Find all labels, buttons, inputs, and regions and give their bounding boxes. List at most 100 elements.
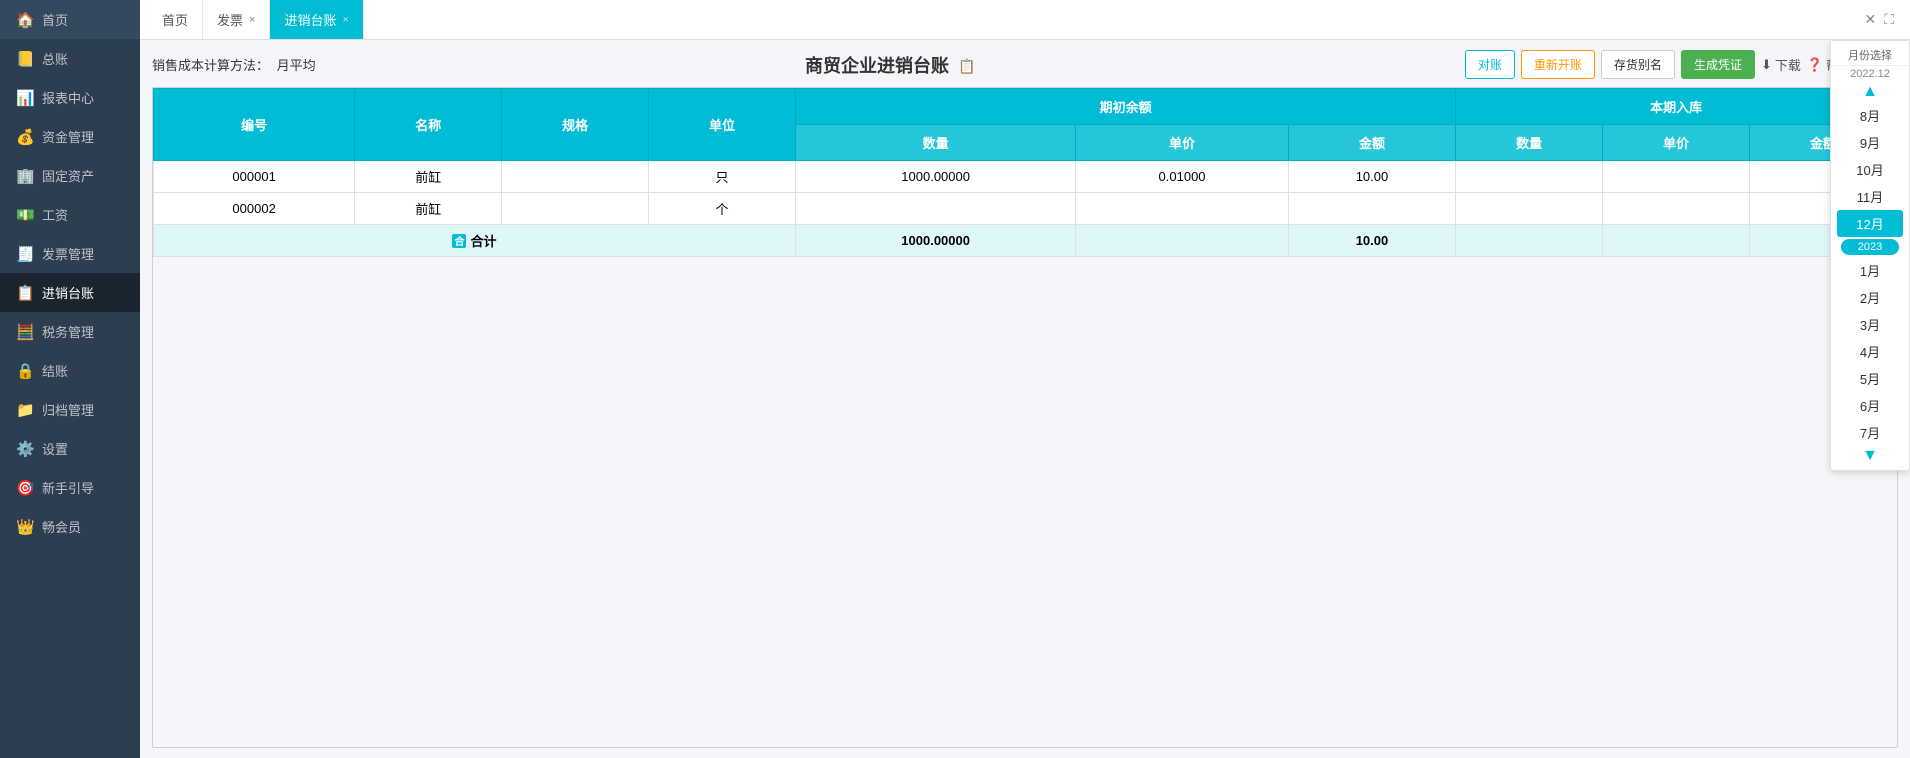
sidebar-item-guide[interactable]: 🎯 新手引导 bbox=[0, 468, 140, 507]
cell-opening-amount bbox=[1288, 193, 1455, 225]
sidebar-item-close[interactable]: 🔒 结账 bbox=[0, 351, 140, 390]
sidebar-item-assets[interactable]: 🏢 固定资产 bbox=[0, 156, 140, 195]
page-title-icon[interactable]: 📋 bbox=[958, 58, 975, 74]
sidebar-item-label: 归档管理 bbox=[42, 400, 94, 419]
tab-invoice[interactable]: 发票 × bbox=[203, 0, 270, 39]
month-item[interactable]: 11月 bbox=[1831, 183, 1909, 210]
inventory-table: 编号 名称 规格 单位 期初余额 本期入库 数量 单价 金额 数量 单价 金额 bbox=[152, 87, 1898, 748]
cell-code: 000002 bbox=[154, 193, 355, 225]
window-expand-button[interactable]: ⛶ bbox=[1884, 11, 1894, 28]
sidebar-item-label: 结账 bbox=[42, 361, 68, 380]
total-in-price bbox=[1603, 225, 1750, 257]
sidebar-item-settings[interactable]: ⚙️ 设置 bbox=[0, 429, 140, 468]
col-header-unit: 单位 bbox=[649, 89, 796, 161]
sidebar-item-archive[interactable]: 📁 归档管理 bbox=[0, 390, 140, 429]
sidebar-item-label: 资金管理 bbox=[42, 127, 94, 146]
tax-icon: 🧮 bbox=[16, 323, 34, 341]
year-2023-badge: 2023 bbox=[1841, 239, 1899, 255]
cell-code: 000001 bbox=[154, 161, 355, 193]
sidebar-item-home[interactable]: 🏠 首页 bbox=[0, 0, 140, 39]
cell-in-price bbox=[1603, 161, 1750, 193]
save-alias-button[interactable]: 存货别名 bbox=[1601, 50, 1675, 79]
sidebar-item-label: 新手引导 bbox=[42, 478, 94, 497]
col-sub-in-price: 单价 bbox=[1603, 125, 1750, 161]
month-picker-title: 月份选择 bbox=[1831, 41, 1909, 66]
month-item[interactable]: 4月 bbox=[1831, 338, 1909, 365]
archive-icon: 📁 bbox=[16, 401, 34, 419]
download-icon: ⬇ bbox=[1761, 57, 1772, 73]
finance-icon: 💰 bbox=[16, 128, 34, 146]
sidebar-item-inventory[interactable]: 📋 进销台账 bbox=[0, 273, 140, 312]
cell-opening-qty: 1000.00000 bbox=[796, 161, 1076, 193]
table-row: 000002 前缸 个 bbox=[154, 193, 1897, 225]
home-icon: 🏠 bbox=[16, 11, 34, 29]
sidebar-item-label: 首页 bbox=[42, 10, 68, 29]
month-picker-panel: 月份选择 2022.12 ▲ 8月9月10月11月12月 2023 1月2月3月… bbox=[1830, 40, 1910, 471]
sidebar-item-label: 税务管理 bbox=[42, 322, 94, 341]
help-icon: ❓ bbox=[1807, 57, 1823, 73]
month-item[interactable]: 7月 bbox=[1831, 419, 1909, 446]
month-item[interactable]: 3月 bbox=[1831, 311, 1909, 338]
sidebar-item-reports[interactable]: 📊 报表中心 bbox=[0, 78, 140, 117]
month-item[interactable]: 6月 bbox=[1831, 392, 1909, 419]
cell-opening-price: 0.01000 bbox=[1076, 161, 1289, 193]
total-opening-amount: 10.00 bbox=[1288, 225, 1455, 257]
cell-opening-price bbox=[1076, 193, 1289, 225]
total-in-qty bbox=[1456, 225, 1603, 257]
col-header-name: 名称 bbox=[355, 89, 502, 161]
nav-up-button[interactable]: ▲ bbox=[1862, 84, 1878, 100]
tab-home[interactable]: 首页 bbox=[148, 0, 203, 39]
tab-invoice-label: 发票 bbox=[217, 10, 243, 29]
sidebar-item-label: 进销台账 bbox=[42, 283, 94, 302]
nav-down-button[interactable]: ▼ bbox=[1862, 448, 1878, 464]
content-area: 销售成本计算方法： 月平均 商贸企业进销台账 📋 对账 重新开账 存货别名 生成… bbox=[140, 40, 1910, 758]
month-picker-nav-up: ▲ bbox=[1831, 82, 1909, 102]
col-header-code: 编号 bbox=[154, 89, 355, 161]
tab-inventory-label: 进销台账 bbox=[284, 10, 336, 29]
reopen-button[interactable]: 重新开账 bbox=[1521, 50, 1595, 79]
month-item[interactable]: 1月 bbox=[1831, 257, 1909, 284]
sidebar-item-label: 发票管理 bbox=[42, 244, 94, 263]
cost-method-label: 销售成本计算方法： 月平均 bbox=[152, 55, 316, 74]
close-book-icon: 🔒 bbox=[16, 362, 34, 380]
tab-inventory-close[interactable]: × bbox=[342, 14, 348, 26]
cell-in-qty bbox=[1456, 193, 1603, 225]
sidebar-item-finance[interactable]: 💰 资金管理 bbox=[0, 117, 140, 156]
total-label-cell: 合 合计 bbox=[154, 225, 796, 257]
month-item[interactable]: 2月 bbox=[1831, 284, 1909, 311]
sidebar-item-ledger[interactable]: 📒 总账 bbox=[0, 39, 140, 78]
sidebar-item-label: 畅会员 bbox=[42, 517, 81, 536]
month-item[interactable]: 8月 bbox=[1831, 102, 1909, 129]
page-title: 商贸企业进销台账 📋 bbox=[316, 52, 1465, 78]
month-item[interactable]: 12月 bbox=[1837, 210, 1903, 237]
cell-opening-amount: 10.00 bbox=[1288, 161, 1455, 193]
window-close-button[interactable]: ✕ bbox=[1864, 11, 1876, 28]
month-item[interactable]: 5月 bbox=[1831, 365, 1909, 392]
sidebar-item-label: 工资 bbox=[42, 205, 68, 224]
sidebar-item-vip[interactable]: 👑 畅会员 bbox=[0, 507, 140, 546]
reconcile-button[interactable]: 对账 bbox=[1465, 50, 1515, 79]
tab-inventory-ledger[interactable]: 进销台账 × bbox=[270, 0, 363, 39]
guide-icon: 🎯 bbox=[16, 479, 34, 497]
sidebar-item-tax[interactable]: 🧮 税务管理 bbox=[0, 312, 140, 351]
month-item[interactable]: 9月 bbox=[1831, 129, 1909, 156]
total-opening-price bbox=[1076, 225, 1289, 257]
col-header-spec: 规格 bbox=[502, 89, 649, 161]
content-header: 销售成本计算方法： 月平均 商贸企业进销台账 📋 对账 重新开账 存货别名 生成… bbox=[152, 50, 1898, 79]
tab-invoice-close[interactable]: × bbox=[249, 14, 255, 26]
vip-icon: 👑 bbox=[16, 518, 34, 536]
generate-voucher-button[interactable]: 生成凭证 bbox=[1681, 50, 1755, 79]
sidebar-item-payroll[interactable]: 💵 工资 bbox=[0, 195, 140, 234]
cell-spec bbox=[502, 161, 649, 193]
total-row: 合 合计 1000.00000 10.00 bbox=[154, 225, 1897, 257]
download-button[interactable]: ⬇ 下载 bbox=[1761, 55, 1801, 74]
sidebar-item-invoice-mgmt[interactable]: 🧾 发票管理 bbox=[0, 234, 140, 273]
table-row: 000001 前缸 只 1000.00000 0.01000 10.00 bbox=[154, 161, 1897, 193]
cell-in-qty bbox=[1456, 161, 1603, 193]
main-area: 首页 发票 × 进销台账 × ✕ ⛶ 销售成本计算方法： 月平均 商贸企业进销台… bbox=[140, 0, 1910, 758]
sidebar-item-label: 设置 bbox=[42, 439, 68, 458]
assets-icon: 🏢 bbox=[16, 167, 34, 185]
month-item[interactable]: 10月 bbox=[1831, 156, 1909, 183]
reports-icon: 📊 bbox=[16, 89, 34, 107]
cell-name: 前缸 bbox=[355, 193, 502, 225]
